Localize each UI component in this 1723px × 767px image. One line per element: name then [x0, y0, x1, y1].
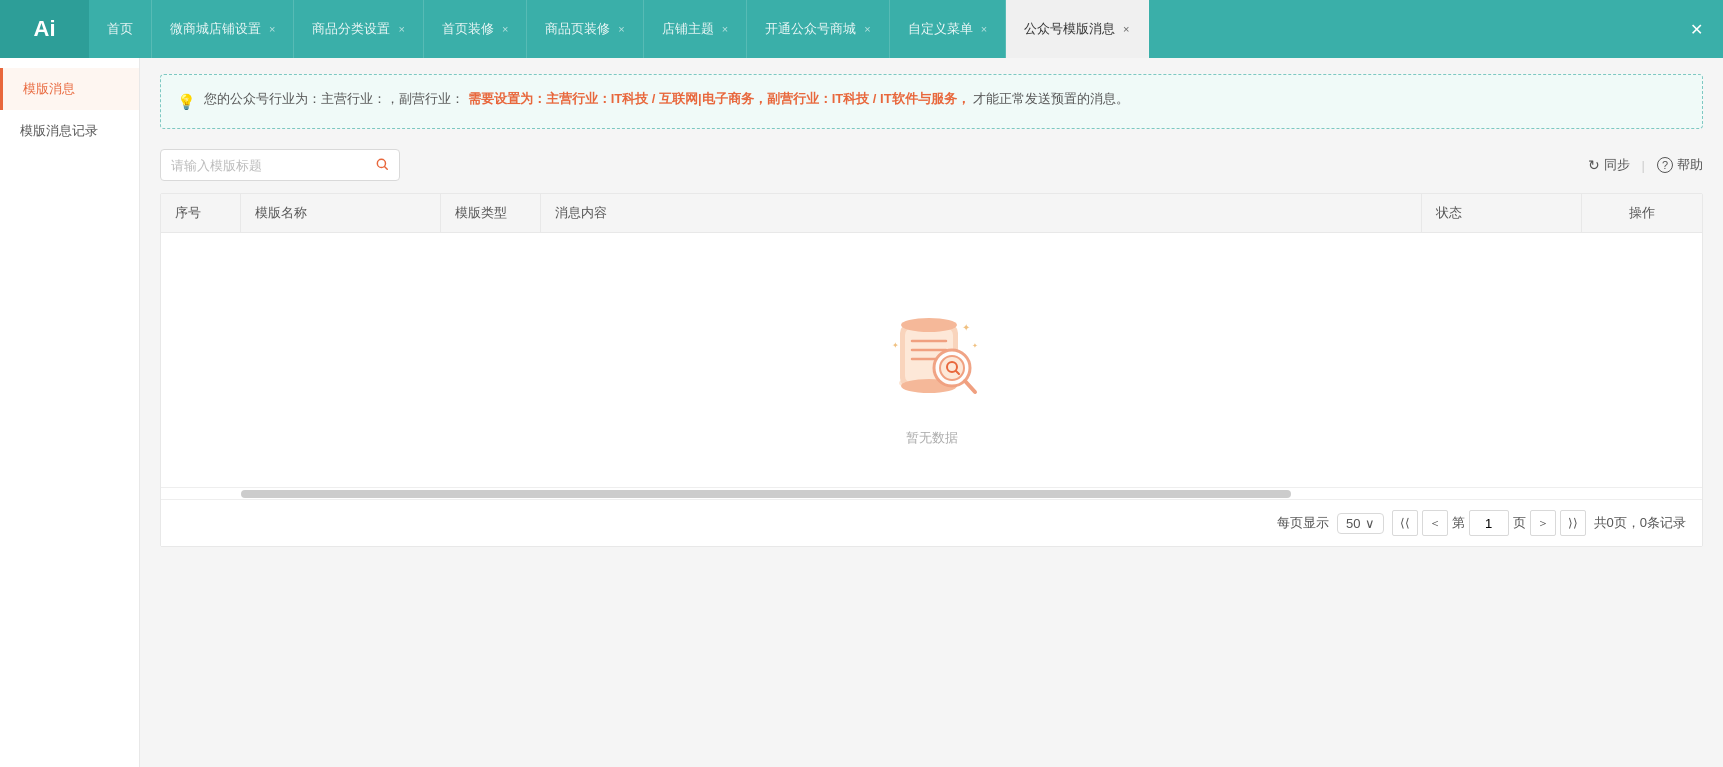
th-name: 模版名称	[241, 194, 441, 232]
page-number-input[interactable]	[1469, 510, 1509, 536]
notice-prefix: 您的公众号行业为：主营行业：，副营行业：	[204, 91, 464, 106]
total-text: 共0页，0条记录	[1594, 514, 1686, 532]
page-unit-label: 页	[1513, 514, 1526, 532]
sync-icon: ↻	[1588, 157, 1600, 173]
main-layout: 模版消息 模版消息记录 💡 您的公众号行业为：主营行业：，副营行业： 需要设置为…	[0, 58, 1723, 767]
pagination-row: 每页显示 50 ∨ ⟨⟨ ＜ 第 页 ＞ ⟩⟩ 共0页，0条记录	[161, 499, 1702, 546]
tab-homepage-decoration[interactable]: 首页装修 ×	[424, 0, 527, 58]
search-input-wrap[interactable]	[160, 149, 400, 181]
tab-product-decoration-label: 商品页装修	[545, 20, 610, 38]
help-icon: ?	[1657, 157, 1673, 173]
notice-highlight: 需要设置为：主营行业：IT科技 / 互联网|电子商务，副营行业：IT科技 / I…	[468, 91, 970, 106]
tab-product-decoration[interactable]: 商品页装修 ×	[527, 0, 643, 58]
table-header: 序号 模版名称 模版类型 消息内容 状态 操作	[161, 194, 1702, 233]
th-status: 状态	[1422, 194, 1582, 232]
notice-text: 您的公众号行业为：主营行业：，副营行业： 需要设置为：主营行业：IT科技 / 互…	[204, 89, 1129, 110]
help-button[interactable]: ? 帮助	[1657, 156, 1703, 174]
sidebar-item-template-message-record-label: 模版消息记录	[20, 123, 98, 138]
tab-custom-menu-label: 自定义菜单	[908, 20, 973, 38]
tab-custom-menu-close[interactable]: ×	[981, 23, 987, 35]
page-di-label: 第	[1452, 514, 1465, 532]
svg-text:✦: ✦	[962, 322, 970, 333]
tab-home[interactable]: 首页	[89, 0, 152, 58]
tab-homepage-decoration-close[interactable]: ×	[502, 23, 508, 35]
tab-bar: Ai 首页 微商城店铺设置 × 商品分类设置 × 首页装修 × 商品页装修 × …	[0, 0, 1723, 58]
tab-store-theme-label: 店铺主题	[662, 20, 714, 38]
page-first-button[interactable]: ⟨⟨	[1392, 510, 1418, 536]
empty-state: ✦ ✦ ✦ 暂无数据	[161, 233, 1702, 487]
tab-open-mall-close[interactable]: ×	[864, 23, 870, 35]
sync-button[interactable]: ↻ 同步	[1588, 156, 1630, 174]
page-prev-button[interactable]: ＜	[1422, 510, 1448, 536]
th-content: 消息内容	[541, 194, 1422, 232]
notice-box: 💡 您的公众号行业为：主营行业：，副营行业： 需要设置为：主营行业：IT科技 /…	[160, 74, 1703, 129]
tab-custom-menu[interactable]: 自定义菜单 ×	[890, 0, 1006, 58]
tab-store-settings[interactable]: 微商城店铺设置 ×	[152, 0, 294, 58]
sync-label: 同步	[1604, 156, 1630, 174]
svg-point-8	[901, 318, 957, 332]
tab-store-settings-close[interactable]: ×	[269, 23, 275, 35]
tab-store-settings-label: 微商城店铺设置	[170, 20, 261, 38]
tab-template-message-close[interactable]: ×	[1123, 23, 1129, 35]
empty-illustration: ✦ ✦ ✦	[872, 293, 992, 413]
tab-template-message-label: 公众号模版消息	[1024, 20, 1115, 38]
svg-line-1	[385, 166, 388, 169]
app-logo: Ai	[0, 0, 89, 58]
tab-category-settings[interactable]: 商品分类设置 ×	[294, 0, 423, 58]
bulb-icon: 💡	[177, 90, 196, 114]
tab-template-message[interactable]: 公众号模版消息 ×	[1006, 0, 1148, 58]
help-label: 帮助	[1677, 156, 1703, 174]
sidebar: 模版消息 模版消息记录	[0, 58, 140, 767]
th-seq: 序号	[161, 194, 241, 232]
search-row: ↻ 同步 | ? 帮助	[160, 149, 1703, 181]
svg-text:✦: ✦	[892, 341, 899, 350]
tab-category-settings-label: 商品分类设置	[312, 20, 390, 38]
page-navigation: ⟨⟨ ＜ 第 页 ＞ ⟩⟩	[1392, 510, 1586, 536]
tab-store-theme-close[interactable]: ×	[722, 23, 728, 35]
th-action: 操作	[1582, 194, 1702, 232]
tab-product-decoration-close[interactable]: ×	[618, 23, 624, 35]
sidebar-item-template-message-record[interactable]: 模版消息记录	[0, 110, 139, 152]
page-next-button[interactable]: ＞	[1530, 510, 1556, 536]
search-input[interactable]	[171, 158, 375, 173]
tab-homepage-decoration-label: 首页装修	[442, 20, 494, 38]
content-area: 💡 您的公众号行业为：主营行业：，副营行业： 需要设置为：主营行业：IT科技 /…	[140, 58, 1723, 767]
per-page-chevron-icon: ∨	[1365, 516, 1375, 531]
toolbar-right: ↻ 同步 | ? 帮助	[1588, 156, 1703, 174]
sidebar-item-template-message-label: 模版消息	[23, 81, 75, 96]
svg-text:✦: ✦	[972, 342, 978, 349]
per-page-label: 每页显示	[1277, 514, 1329, 532]
empty-text: 暂无数据	[906, 429, 958, 447]
tab-category-settings-close[interactable]: ×	[398, 23, 404, 35]
data-table: 序号 模版名称 模版类型 消息内容 状态 操作	[160, 193, 1703, 547]
svg-point-11	[940, 356, 964, 380]
tab-open-mall-label: 开通公众号商城	[765, 20, 856, 38]
per-page-select[interactable]: 50 ∨	[1337, 513, 1383, 534]
th-type: 模版类型	[441, 194, 541, 232]
search-icon[interactable]	[375, 157, 389, 174]
page-last-button[interactable]: ⟩⟩	[1560, 510, 1586, 536]
global-close-button[interactable]: ✕	[1670, 0, 1723, 58]
tab-store-theme[interactable]: 店铺主题 ×	[644, 0, 747, 58]
scrollbar-thumb[interactable]	[241, 490, 1291, 498]
notice-suffix: 才能正常发送预置的消息。	[973, 91, 1129, 106]
per-page-value: 50	[1346, 516, 1360, 531]
svg-line-12	[965, 381, 975, 392]
horizontal-scrollbar[interactable]	[161, 487, 1702, 499]
toolbar-divider: |	[1642, 158, 1645, 173]
tab-open-mall[interactable]: 开通公众号商城 ×	[747, 0, 889, 58]
tab-home-label: 首页	[107, 20, 133, 38]
sidebar-item-template-message[interactable]: 模版消息	[0, 68, 139, 110]
